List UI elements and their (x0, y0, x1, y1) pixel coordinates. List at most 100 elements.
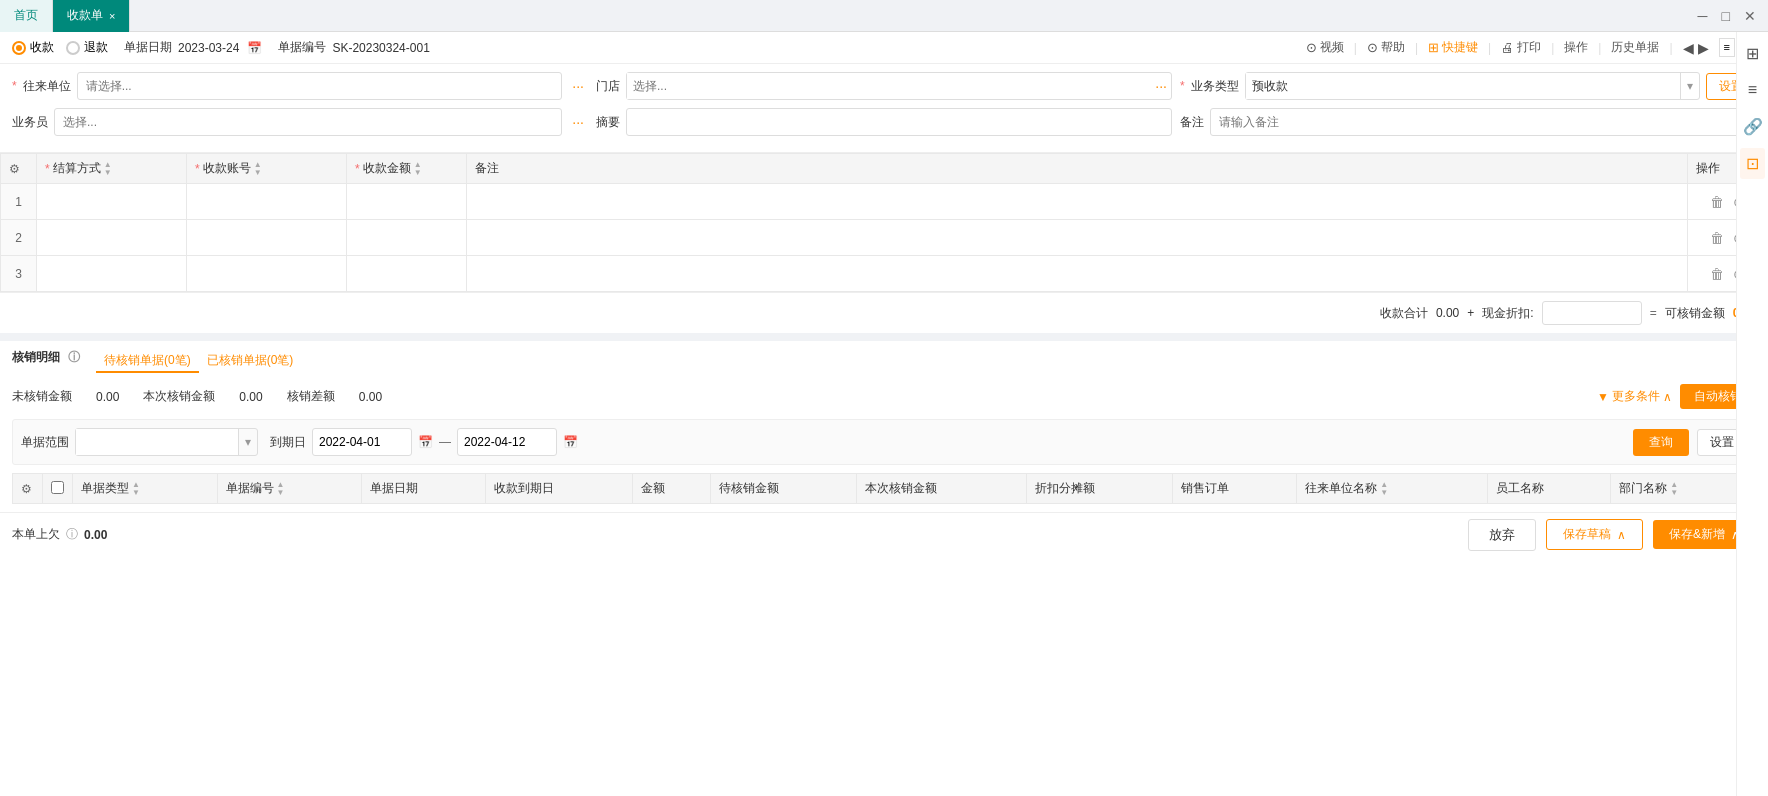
this-order-label: 本单上欠 (12, 526, 60, 543)
row-2-note[interactable] (467, 220, 1688, 256)
select-all-checkbox[interactable] (51, 481, 64, 494)
save-draft-button[interactable]: 保存草稿 ∧ (1546, 519, 1643, 550)
tab-pending[interactable]: 待核销单据(0笔) (96, 350, 199, 373)
date-to-icon[interactable]: 📅 (563, 435, 578, 449)
btype-chevron[interactable]: ▾ (1680, 73, 1699, 99)
row-1-amount[interactable] (347, 184, 467, 220)
dept-sort[interactable]: ▲▼ (1670, 481, 1678, 497)
th-account-label: 收款账号 (203, 160, 251, 177)
staff-more-btn[interactable]: ··· (568, 114, 588, 130)
footer-left: 本单上欠 ⓘ 0.00 (12, 526, 107, 543)
sep5: | (1598, 41, 1601, 55)
tab-receipt-close[interactable]: × (109, 10, 115, 22)
maximize-button[interactable]: □ (1718, 6, 1734, 26)
th-action-label: 操作 (1696, 161, 1720, 175)
bottom-table-wrap: ⚙ 单据类型 ▲▼ 单据编号 (12, 473, 1756, 504)
row-3-num: 3 (1, 256, 37, 292)
range-input[interactable] (76, 429, 238, 455)
abandon-button[interactable]: 放弃 (1468, 519, 1536, 551)
refund-radio[interactable]: 退款 (66, 39, 108, 56)
date-from-icon[interactable]: 📅 (418, 435, 433, 449)
footer: 本单上欠 ⓘ 0.00 放弃 保存草稿 ∧ 保存&新增 ∧ (0, 512, 1768, 556)
list-view-btn[interactable]: ≡ (1719, 38, 1735, 57)
more-filter-btn[interactable]: ▼ 更多条件 ∧ (1597, 388, 1672, 405)
next-arrow[interactable]: ▶ (1698, 40, 1709, 56)
bth-type: 单据类型 ▲▼ (73, 474, 218, 504)
bth-amount: 金额 (632, 474, 710, 504)
sidebar-table-icon[interactable]: ⊞ (1740, 38, 1765, 69)
row-1-num: 1 (1, 184, 37, 220)
hediao-info-icon[interactable]: ⓘ (68, 349, 80, 366)
help-btn[interactable]: ⊙ 帮助 (1367, 39, 1405, 56)
filter-row: 单据范围 ▾ 到期日 📅 — 📅 查询 设置 (12, 419, 1756, 465)
receipt-radio-dot (12, 41, 26, 55)
minimize-button[interactable]: ─ (1694, 6, 1712, 26)
bth-discount-label: 折扣分摊额 (1035, 481, 1095, 495)
number-sort[interactable]: ▲▼ (277, 481, 285, 497)
row-2-amount[interactable] (347, 220, 467, 256)
row-1-settlement[interactable] (37, 184, 187, 220)
table-gear-icon[interactable]: ⚙ (9, 162, 20, 176)
sidebar-list-icon[interactable]: ≡ (1742, 75, 1763, 105)
staff-input[interactable] (54, 108, 562, 136)
operation-btn[interactable]: 操作 (1564, 39, 1588, 56)
counterpart-input[interactable] (77, 72, 563, 100)
account-req: * (195, 162, 200, 176)
sep1: | (1354, 41, 1357, 55)
sidebar-link-icon[interactable]: 🔗 (1737, 111, 1769, 142)
bth-counterpart-label: 往来单位名称 (1305, 480, 1377, 497)
counterpart-label: 往来单位 (23, 78, 71, 95)
row-3-account[interactable] (187, 256, 347, 292)
th-settlement-label: 结算方式 (53, 160, 101, 177)
row-2-account[interactable] (187, 220, 347, 256)
store-input[interactable] (627, 73, 1151, 99)
settlement-sort[interactable]: ▲▼ (104, 161, 112, 177)
bottom-gear-icon[interactable]: ⚙ (21, 482, 32, 496)
nav-arrows: ◀ ▶ (1683, 40, 1709, 56)
tab-home[interactable]: 首页 (0, 0, 53, 32)
shortcut-label: 快捷键 (1442, 39, 1478, 56)
query-button[interactable]: 查询 (1633, 429, 1689, 456)
amount-sort[interactable]: ▲▼ (414, 161, 422, 177)
range-chevron[interactable]: ▾ (238, 429, 257, 455)
tab-receipt[interactable]: 收款单 × (53, 0, 130, 32)
history-btn[interactable]: 历史单据 (1611, 39, 1659, 56)
bth-pending-label: 待核销金额 (719, 481, 779, 495)
row-3-settlement[interactable] (37, 256, 187, 292)
type-sort[interactable]: ▲▼ (132, 481, 140, 497)
counterpart-more-btn[interactable]: ··· (568, 78, 588, 94)
counterpart-sort[interactable]: ▲▼ (1380, 481, 1388, 497)
prev-arrow[interactable]: ◀ (1683, 40, 1694, 56)
print-btn[interactable]: 🖨 打印 (1501, 39, 1541, 56)
sep6: | (1669, 41, 1672, 55)
row-1-delete-btn[interactable]: 🗑 (1707, 194, 1727, 210)
section-divider (0, 333, 1768, 341)
bth-discount: 折扣分摊额 (1026, 474, 1173, 504)
total-label: 收款合计 (1380, 305, 1428, 322)
shortcut-btn[interactable]: ⊞ 快捷键 (1428, 39, 1478, 56)
footer-info-icon[interactable]: ⓘ (66, 526, 78, 543)
summary-input[interactable] (626, 108, 1172, 136)
btype-input[interactable] (1246, 73, 1680, 99)
discount-input[interactable] (1542, 301, 1642, 325)
tab-done[interactable]: 已核销单据(0笔) (199, 350, 302, 373)
receipt-radio[interactable]: 收款 (12, 39, 54, 56)
sidebar-expand-icon[interactable]: ⊡ (1740, 148, 1765, 179)
row-3-note[interactable] (467, 256, 1688, 292)
counterpart-field: * 往来单位 ··· (12, 72, 588, 100)
date-from-input[interactable] (312, 428, 412, 456)
row-3-amount[interactable] (347, 256, 467, 292)
row-2-settlement[interactable] (37, 220, 187, 256)
account-sort[interactable]: ▲▼ (254, 161, 262, 177)
note-input[interactable] (1210, 108, 1756, 136)
btype-label: 业务类型 (1191, 78, 1239, 95)
date-to-input[interactable] (457, 428, 557, 456)
row-3-delete-btn[interactable]: 🗑 (1707, 266, 1727, 282)
row-2-delete-btn[interactable]: 🗑 (1707, 230, 1727, 246)
video-btn[interactable]: ⊙ 视频 (1306, 39, 1344, 56)
close-button[interactable]: ✕ (1740, 6, 1760, 26)
row-1-note[interactable] (467, 184, 1688, 220)
store-more-btn[interactable]: ··· (1151, 78, 1171, 94)
calendar-icon[interactable]: 📅 (247, 41, 262, 55)
row-1-account[interactable] (187, 184, 347, 220)
